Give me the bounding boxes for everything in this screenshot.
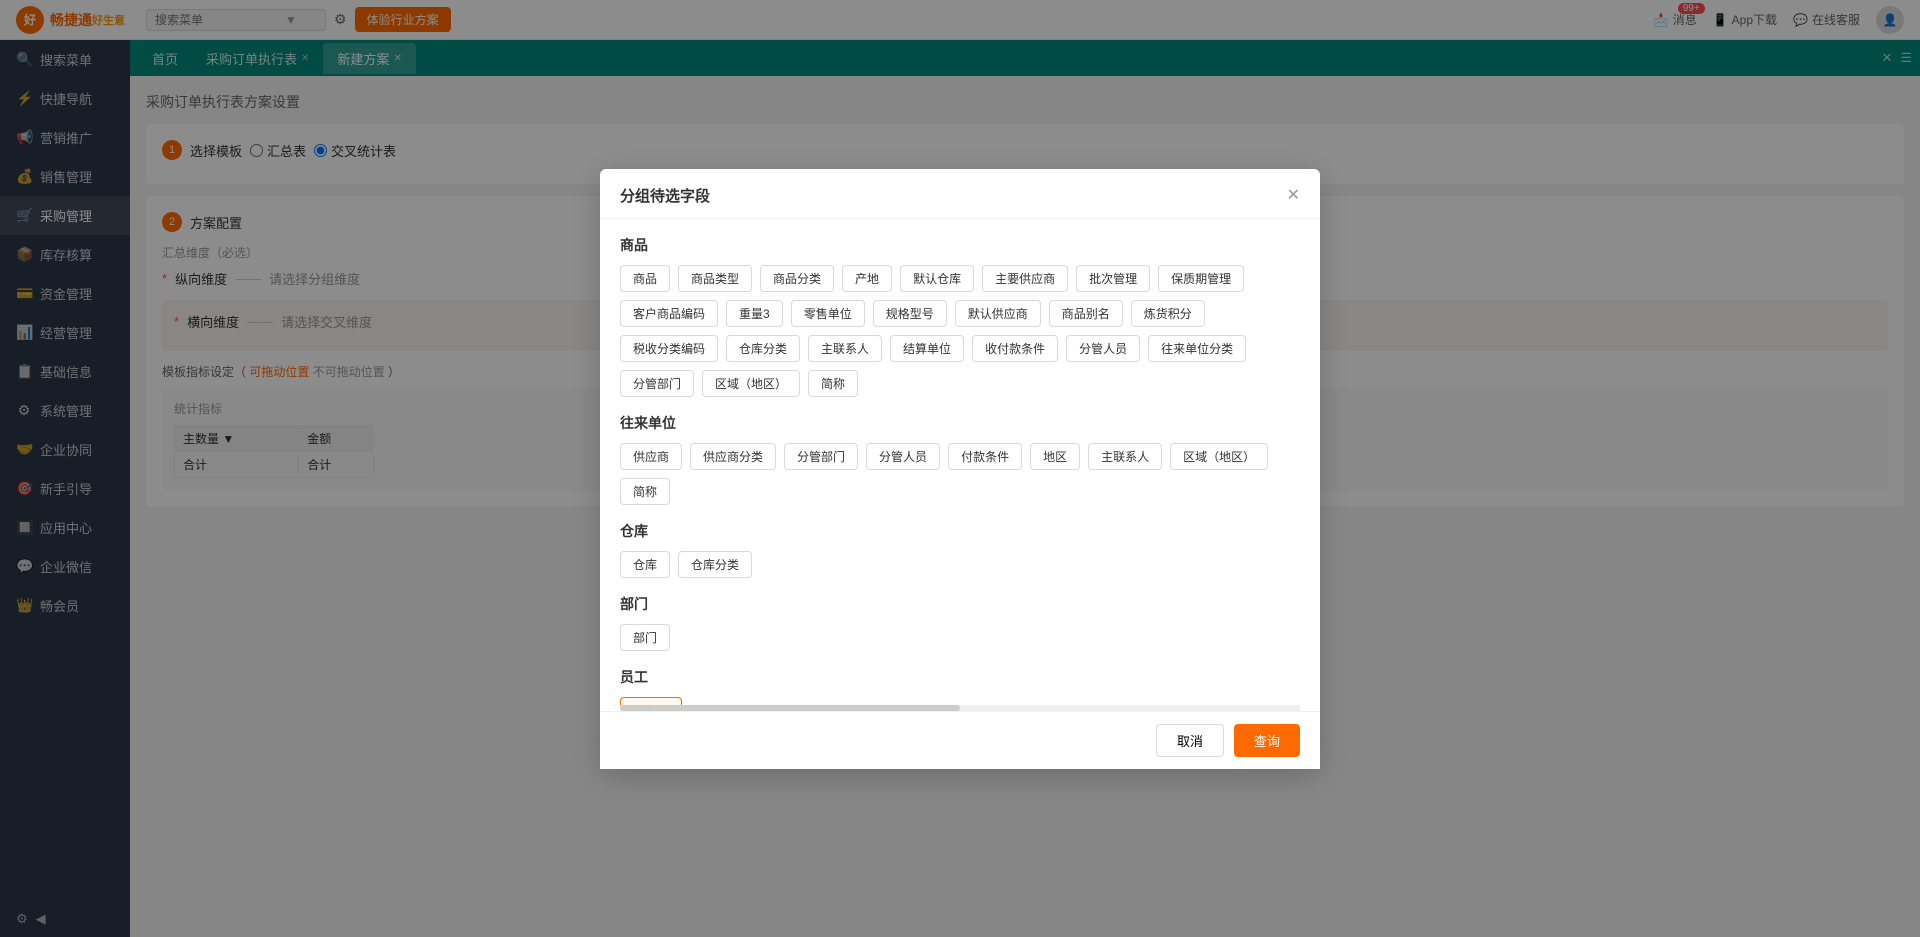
- field-tags-trade-unit: 供应商 供应商分类 分管部门 分管人员 付款条件 地区 主联系人 区域（地区） …: [620, 443, 1300, 505]
- field-group-dept-title: 部门: [620, 594, 1300, 614]
- field-tag-warehouse[interactable]: 仓库: [620, 551, 670, 578]
- field-group-warehouse: 仓库 仓库 仓库分类: [620, 521, 1300, 578]
- modal-title: 分组待选字段: [620, 185, 710, 206]
- field-tag-weight3[interactable]: 重量3: [726, 300, 783, 327]
- field-tag-spec-model[interactable]: 规格型号: [873, 300, 947, 327]
- field-select-modal: 分组待选字段 ✕ 商品 商品 商品类型 商品分类 产地 默认仓库 主要供应商 批…: [600, 169, 1320, 769]
- field-tag-region-trade[interactable]: 区域（地区）: [1170, 443, 1268, 470]
- field-tag-payment-terms[interactable]: 收付款条件: [972, 335, 1058, 362]
- field-group-trade-unit-title: 往来单位: [620, 413, 1300, 433]
- field-tag-main-contact-trade[interactable]: 主联系人: [1088, 443, 1162, 470]
- field-tag-payment-condition[interactable]: 付款条件: [948, 443, 1022, 470]
- field-group-product: 商品 商品 商品类型 商品分类 产地 默认仓库 主要供应商 批次管理 保质期管理…: [620, 235, 1300, 397]
- modal-footer: 取消 查询: [600, 711, 1320, 769]
- field-group-employee: 员工 业务员: [620, 667, 1300, 705]
- field-tag-supplier-category[interactable]: 供应商分类: [690, 443, 776, 470]
- confirm-button[interactable]: 查询: [1234, 724, 1300, 757]
- field-tag-person-trade[interactable]: 分管人员: [866, 443, 940, 470]
- modal-overlay: 分组待选字段 ✕ 商品 商品 商品类型 商品分类 产地 默认仓库 主要供应商 批…: [0, 0, 1920, 937]
- field-tag-product-alias[interactable]: 商品别名: [1049, 300, 1123, 327]
- field-tag-product-category[interactable]: 商品分类: [760, 265, 834, 292]
- field-group-warehouse-title: 仓库: [620, 521, 1300, 541]
- modal-close-button[interactable]: ✕: [1287, 185, 1300, 205]
- field-tag-refine-points[interactable]: 炼货积分: [1131, 300, 1205, 327]
- field-tags-product: 商品 商品类型 商品分类 产地 默认仓库 主要供应商 批次管理 保质期管理 客户…: [620, 265, 1300, 397]
- field-tag-supervise-dept[interactable]: 分管部门: [620, 370, 694, 397]
- field-tags-dept: 部门: [620, 624, 1300, 651]
- field-tag-warehouse-category[interactable]: 仓库分类: [726, 335, 800, 362]
- field-tag-supervise-person[interactable]: 分管人员: [1066, 335, 1140, 362]
- field-tag-shelf-life[interactable]: 保质期管理: [1158, 265, 1244, 292]
- field-tag-settlement-unit[interactable]: 结算单位: [890, 335, 964, 362]
- field-tag-trade-unit-category[interactable]: 往来单位分类: [1148, 335, 1246, 362]
- field-tag-product-type[interactable]: 商品类型: [678, 265, 752, 292]
- field-tag-origin[interactable]: 产地: [842, 265, 892, 292]
- field-tag-short-name-product[interactable]: 简称: [808, 370, 858, 397]
- field-tag-product[interactable]: 商品: [620, 265, 670, 292]
- field-tag-retail-unit[interactable]: 零售单位: [791, 300, 865, 327]
- field-tag-warehouse-cat[interactable]: 仓库分类: [678, 551, 752, 578]
- field-tag-dept[interactable]: 部门: [620, 624, 670, 651]
- field-group-employee-title: 员工: [620, 667, 1300, 687]
- cancel-button[interactable]: 取消: [1156, 724, 1224, 757]
- field-tag-main-contact[interactable]: 主联系人: [808, 335, 882, 362]
- field-tags-employee: 业务员: [620, 697, 1300, 705]
- field-tag-short-name-trade[interactable]: 简称: [620, 478, 670, 505]
- field-tag-main-supplier[interactable]: 主要供应商: [982, 265, 1068, 292]
- modal-body: 商品 商品 商品类型 商品分类 产地 默认仓库 主要供应商 批次管理 保质期管理…: [600, 219, 1320, 705]
- field-tag-dept-trade[interactable]: 分管部门: [784, 443, 858, 470]
- modal-header: 分组待选字段 ✕: [600, 169, 1320, 219]
- field-tag-area-trade[interactable]: 地区: [1030, 443, 1080, 470]
- field-tag-supplier[interactable]: 供应商: [620, 443, 682, 470]
- field-group-trade-unit: 往来单位 供应商 供应商分类 分管部门 分管人员 付款条件 地区 主联系人 区域…: [620, 413, 1300, 505]
- field-tag-batch-mgmt[interactable]: 批次管理: [1076, 265, 1150, 292]
- field-tag-default-warehouse[interactable]: 默认仓库: [900, 265, 974, 292]
- field-group-product-title: 商品: [620, 235, 1300, 255]
- field-tag-tax-code[interactable]: 税收分类编码: [620, 335, 718, 362]
- field-tag-salesperson[interactable]: 业务员: [620, 697, 682, 705]
- field-tag-customer-code[interactable]: 客户商品编码: [620, 300, 718, 327]
- field-tags-warehouse: 仓库 仓库分类: [620, 551, 1300, 578]
- field-tag-default-supplier[interactable]: 默认供应商: [955, 300, 1041, 327]
- field-group-dept: 部门 部门: [620, 594, 1300, 651]
- field-tag-region-product[interactable]: 区域（地区）: [702, 370, 800, 397]
